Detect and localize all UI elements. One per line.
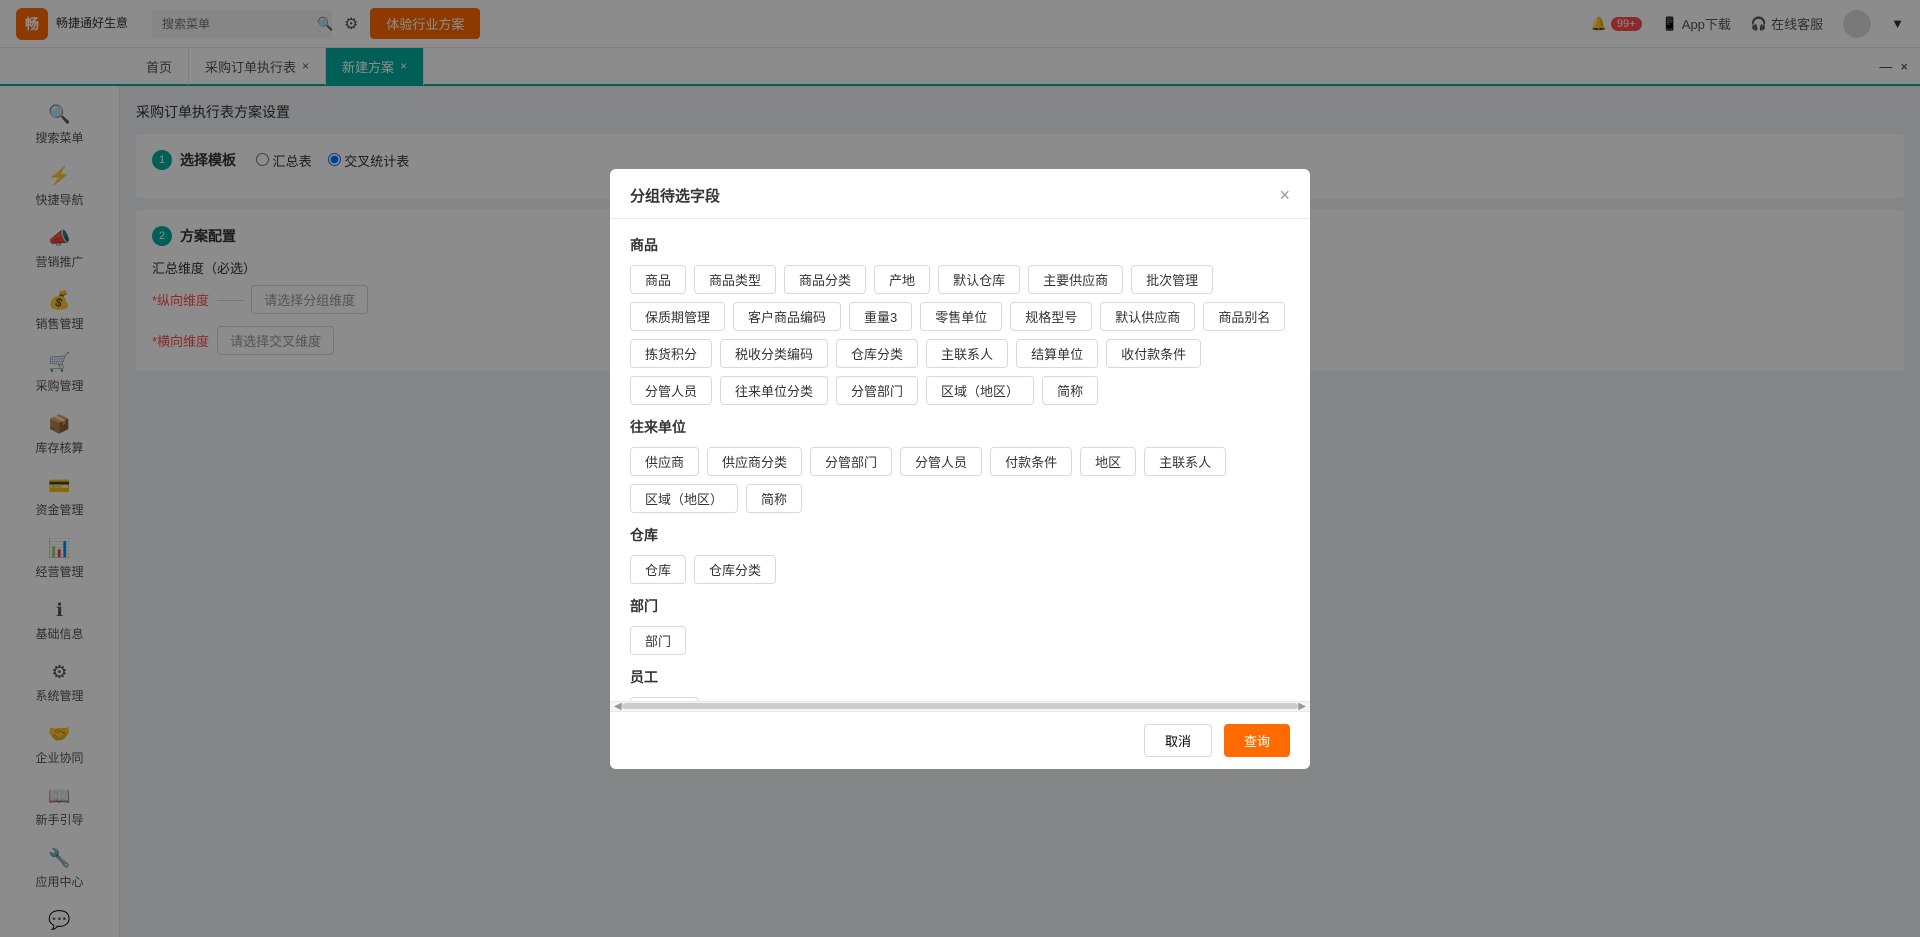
field-tag[interactable]: 分管人员 xyxy=(900,447,982,476)
field-tag[interactable]: 仓库分类 xyxy=(694,555,776,584)
field-tag[interactable]: 零售单位 xyxy=(920,302,1002,331)
field-tag[interactable]: 客户商品编码 xyxy=(733,302,841,331)
field-tag[interactable]: 简称 xyxy=(1042,376,1098,405)
field-tag[interactable]: 商品 xyxy=(630,265,686,294)
field-tag[interactable]: 简称 xyxy=(746,484,802,513)
field-tag[interactable]: 仓库 xyxy=(630,555,686,584)
field-tag[interactable]: 主联系人 xyxy=(926,339,1008,368)
section-title-warehouse: 仓库 xyxy=(630,525,1290,545)
field-tag[interactable]: 收付款条件 xyxy=(1106,339,1201,368)
field-tag[interactable]: 默认仓库 xyxy=(938,265,1020,294)
field-tag[interactable]: 区域（地区） xyxy=(630,484,738,513)
cancel-button[interactable]: 取消 xyxy=(1144,724,1212,757)
field-tag[interactable]: 区域（地区） xyxy=(926,376,1034,405)
modal-field-selector: 分组待选字段 × 商品 商品 商品类型 商品分类 产地 默认仓库 主要供应商 批… xyxy=(610,169,1310,769)
field-tag[interactable]: 重量3 xyxy=(849,302,912,331)
product-fields: 商品 商品类型 商品分类 产地 默认仓库 主要供应商 批次管理 保质期管理 客户… xyxy=(630,265,1290,405)
field-tag[interactable]: 商品类型 xyxy=(694,265,776,294)
field-tag[interactable]: 付款条件 xyxy=(990,447,1072,476)
field-tag[interactable]: 地区 xyxy=(1080,447,1136,476)
warehouse-fields: 仓库 仓库分类 xyxy=(630,555,1290,584)
section-title-dept: 部门 xyxy=(630,596,1290,616)
modal-close-btn[interactable]: × xyxy=(1279,186,1290,204)
field-tag[interactable]: 默认供应商 xyxy=(1100,302,1195,331)
section-title-counterpart: 往来单位 xyxy=(630,417,1290,437)
field-tag[interactable]: 供应商 xyxy=(630,447,699,476)
modal-header: 分组待选字段 × xyxy=(610,169,1310,219)
section-title-staff: 员工 xyxy=(630,667,1290,687)
field-tag[interactable]: 主要供应商 xyxy=(1028,265,1123,294)
modal-title: 分组待选字段 xyxy=(630,185,720,206)
field-tag[interactable]: 商品别名 xyxy=(1203,302,1285,331)
field-tag[interactable]: 商品分类 xyxy=(784,265,866,294)
field-tag[interactable]: 拣货积分 xyxy=(630,339,712,368)
section-title-product: 商品 xyxy=(630,235,1290,255)
confirm-button[interactable]: 查询 xyxy=(1224,724,1290,757)
field-tag[interactable]: 税收分类编码 xyxy=(720,339,828,368)
field-tag[interactable]: 分管人员 xyxy=(630,376,712,405)
modal-overlay: 分组待选字段 × 商品 商品 商品类型 商品分类 产地 默认仓库 主要供应商 批… xyxy=(0,0,1920,937)
dept-fields: 部门 xyxy=(630,626,1290,655)
field-tag[interactable]: 产地 xyxy=(874,265,930,294)
field-tag[interactable]: 分管部门 xyxy=(810,447,892,476)
field-tag[interactable]: 主联系人 xyxy=(1144,447,1226,476)
field-tag[interactable]: 批次管理 xyxy=(1131,265,1213,294)
field-tag[interactable]: 部门 xyxy=(630,626,686,655)
field-tag[interactable]: 往来单位分类 xyxy=(720,376,828,405)
field-tag[interactable]: 结算单位 xyxy=(1016,339,1098,368)
field-tag[interactable]: 规格型号 xyxy=(1010,302,1092,331)
modal-footer: 取消 查询 xyxy=(610,711,1310,769)
hscroll-bar[interactable] xyxy=(622,703,1299,709)
field-tag[interactable]: 仓库分类 xyxy=(836,339,918,368)
counterpart-fields: 供应商 供应商分类 分管部门 分管人员 付款条件 地区 主联系人 区域（地区） … xyxy=(630,447,1290,513)
field-tag[interactable]: 保质期管理 xyxy=(630,302,725,331)
modal-body: 商品 商品 商品类型 商品分类 产地 默认仓库 主要供应商 批次管理 保质期管理… xyxy=(610,219,1310,701)
field-tag[interactable]: 分管部门 xyxy=(836,376,918,405)
modal-horizontal-scrollbar[interactable]: ◀ ▶ xyxy=(610,701,1310,711)
field-tag[interactable]: 供应商分类 xyxy=(707,447,802,476)
